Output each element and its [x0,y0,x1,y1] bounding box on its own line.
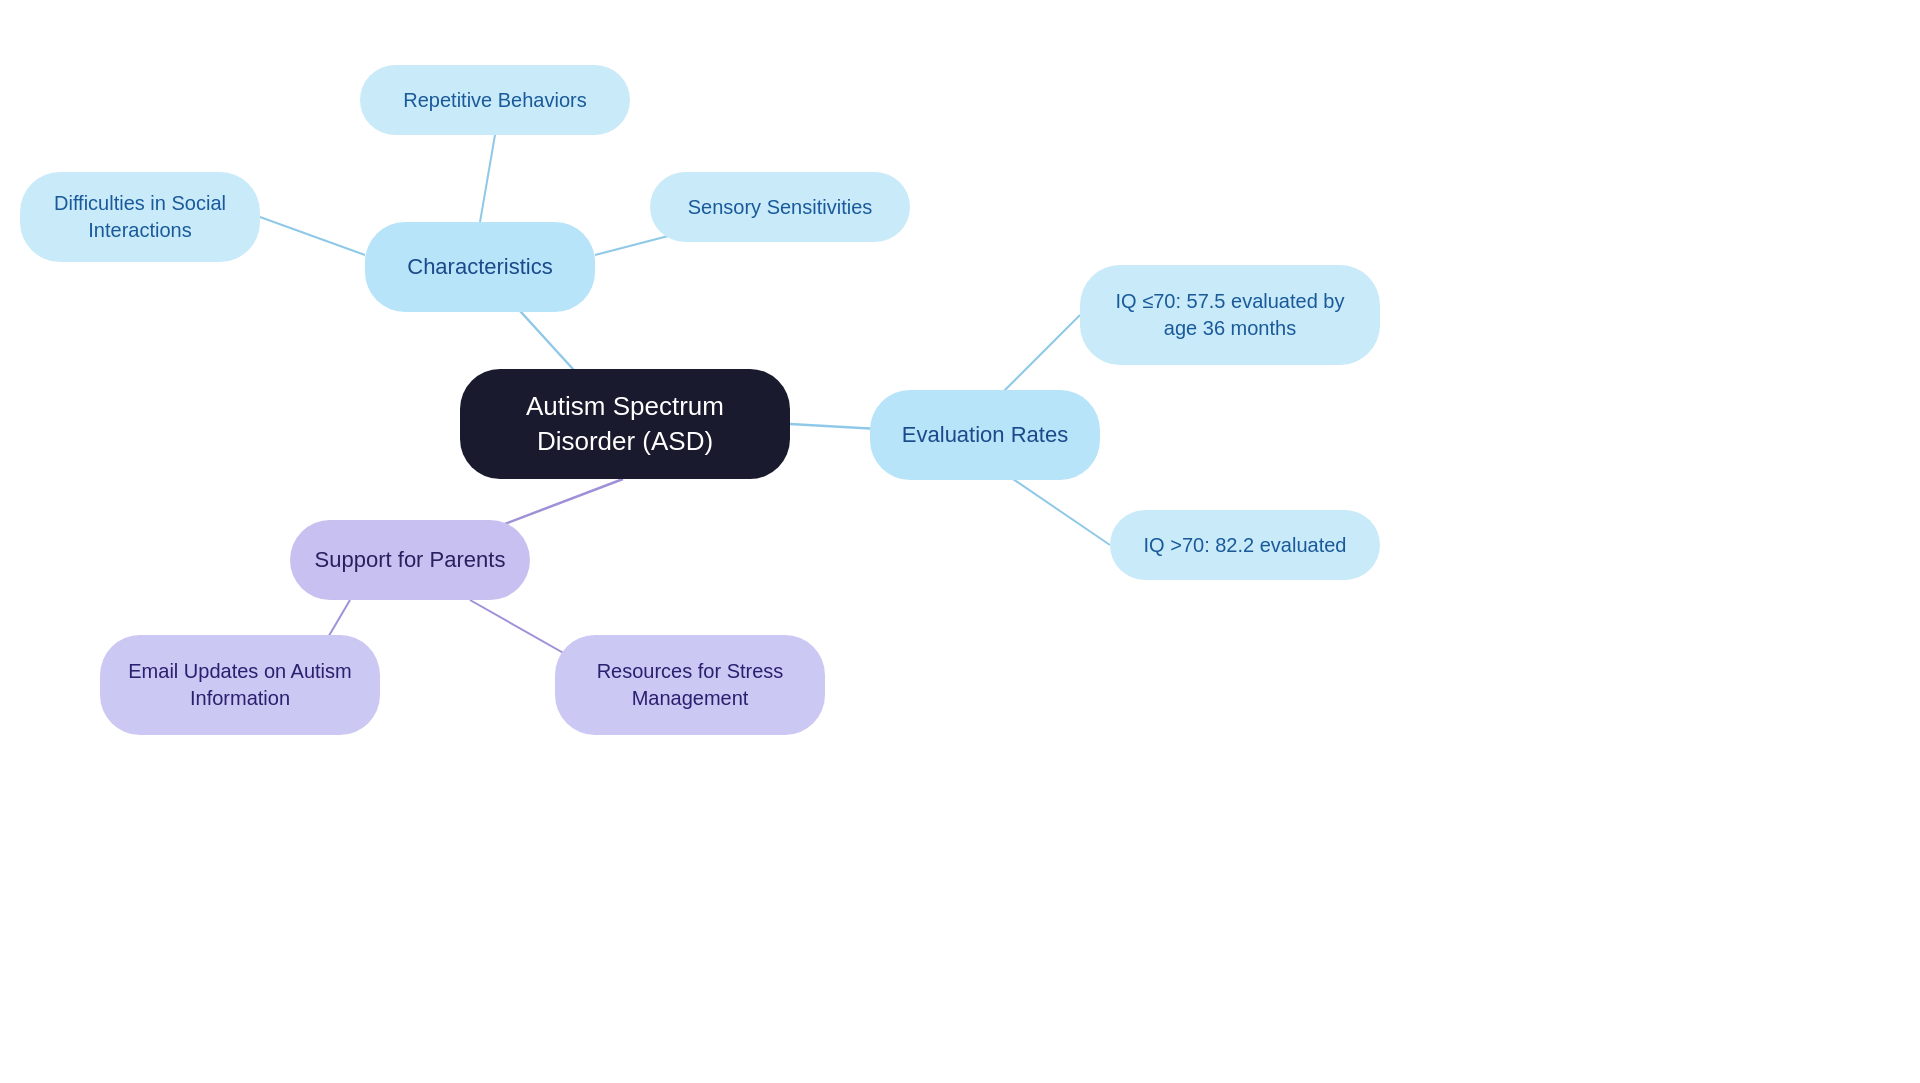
iq-low-node: IQ ≤70: 57.5 evaluated by age 36 months [1080,265,1380,365]
mindmap-connections [0,0,1920,1083]
center-node: Autism Spectrum Disorder (ASD) [460,369,790,479]
iq-high-node: IQ >70: 82.2 evaluated [1110,510,1380,580]
email-updates-node: Email Updates on Autism Information [100,635,380,735]
svg-line-2 [260,217,365,255]
difficulties-node: Difficulties in Social Interactions [20,172,260,262]
svg-line-1 [480,135,495,222]
resources-node: Resources for Stress Management [555,635,825,735]
support-parents-node: Support for Parents [290,520,530,600]
evaluation-rates-node: Evaluation Rates [870,390,1100,480]
repetitive-behaviors-node: Repetitive Behaviors [360,65,630,135]
sensory-node: Sensory Sensitivities [650,172,910,242]
characteristics-node: Characteristics [365,222,595,312]
